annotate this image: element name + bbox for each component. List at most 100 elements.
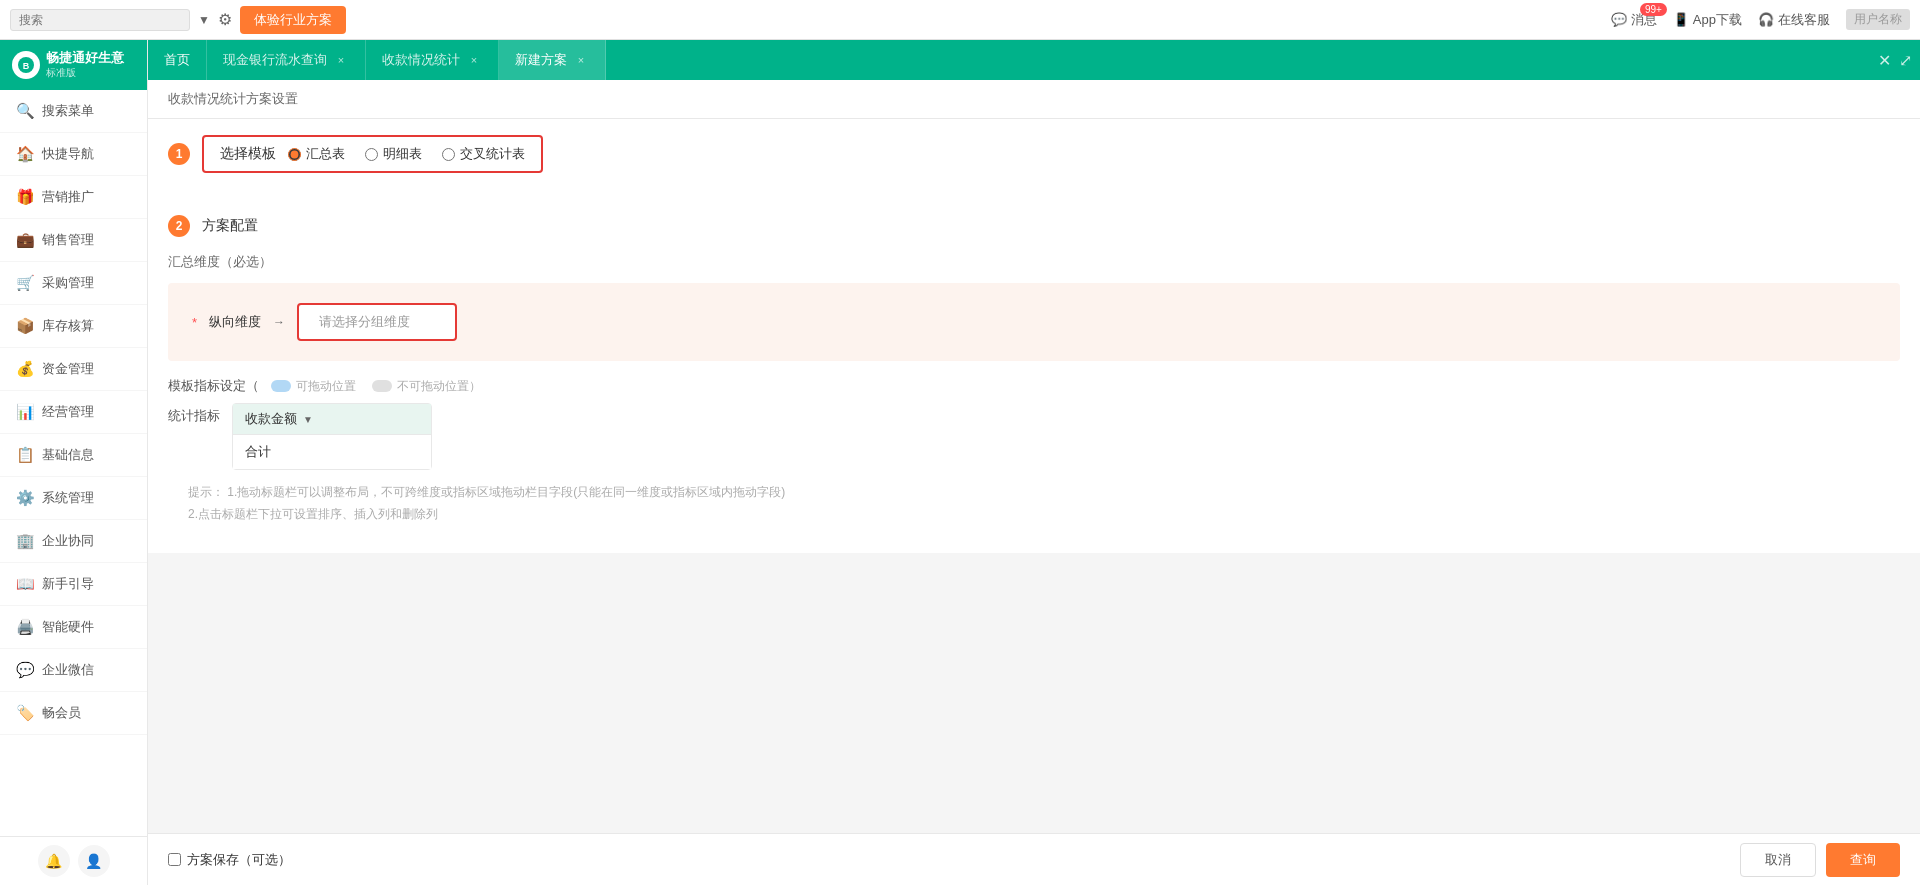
building-icon: 🏢 [16, 532, 34, 550]
page-header: 收款情况统计方案设置 [148, 80, 1920, 119]
sidebar-expand-button[interactable]: 🔔 [38, 845, 70, 877]
sidebar-item-purchase[interactable]: 🛒 采购管理 [0, 262, 147, 305]
sidebar-item-basic-info[interactable]: 📋 基础信息 [0, 434, 147, 477]
tab-home[interactable]: 首页 [148, 40, 207, 80]
sidebar-item-member[interactable]: 🏷️ 畅会员 [0, 692, 147, 735]
sidebar-item-enterprise[interactable]: 🏢 企业协同 [0, 520, 147, 563]
radio-summary[interactable]: 汇总表 [288, 145, 345, 163]
metrics-table-header: 收款金额 ▼ [233, 404, 431, 435]
sidebar-item-marketing[interactable]: 🎁 营销推广 [0, 176, 147, 219]
metrics-table-total-cell: 合计 [233, 435, 431, 469]
book-icon: 📖 [16, 575, 34, 593]
movable-indicator [271, 380, 291, 392]
tab-close-new-plan[interactable]: × [573, 52, 589, 68]
config-section: 2 方案配置 汇总维度（必选） * 纵向维度 → 请选择分组维度 模板指标设定（ [148, 205, 1920, 553]
chart-icon: 📊 [16, 403, 34, 421]
fixed-indicator [372, 380, 392, 392]
top-bar: ▼ ⚙ 体验行业方案 💬 消息 99+ 📱 App下载 🎧 在线客服 用户名称 [0, 0, 1920, 40]
arrow-icon: → [273, 315, 285, 329]
logo-icon: B [12, 51, 40, 79]
box-icon: 📦 [16, 317, 34, 335]
gear-icon: ⚙️ [16, 489, 34, 507]
metrics-table-container: 统计指标 收款金额 ▼ 合计 [168, 403, 1900, 470]
sidebar-item-search-menu[interactable]: 🔍 搜索菜单 [0, 90, 147, 133]
online-service-button[interactable]: 🎧 在线客服 [1758, 11, 1830, 29]
tab-close-bank-flow[interactable]: × [333, 52, 349, 68]
sidebar: B 畅捷通好生意 标准版 🔍 搜索菜单 🏠 快捷导航 🎁 营销推广 💼 销售管理… [0, 40, 148, 885]
column-header-text: 收款金额 [245, 410, 297, 428]
top-bar-right: 💬 消息 99+ 📱 App下载 🎧 在线客服 用户名称 [1611, 9, 1910, 30]
trial-industry-button[interactable]: 体验行业方案 [240, 6, 346, 34]
close-window-button[interactable]: ✕ [1878, 51, 1891, 70]
svg-text:B: B [23, 61, 30, 71]
required-star: * [192, 315, 197, 330]
breadcrumb: 收款情况统计方案设置 [168, 91, 298, 106]
user-avatar[interactable]: 用户名称 [1846, 9, 1910, 30]
cancel-button[interactable]: 取消 [1740, 843, 1816, 877]
bottom-bar: 方案保存（可选） 取消 查询 [148, 833, 1920, 885]
radio-detail[interactable]: 明细表 [365, 145, 422, 163]
sidebar-item-inventory[interactable]: 📦 库存核算 [0, 305, 147, 348]
sidebar-item-quick-nav[interactable]: 🏠 快捷导航 [0, 133, 147, 176]
metrics-title: 模板指标设定（ 可拖动位置 不可拖动位置） [168, 377, 1900, 395]
column-dropdown-icon[interactable]: ▼ [303, 414, 313, 425]
search-input[interactable] [10, 9, 190, 31]
tab-close-receipt-stats[interactable]: × [466, 52, 482, 68]
messages-badge: 99+ [1640, 3, 1667, 16]
save-checkbox[interactable] [168, 853, 181, 866]
section1-title: 选择模板 [220, 145, 276, 163]
dropdown-arrow-icon[interactable]: ▼ [198, 13, 210, 27]
service-icon: 🎧 [1758, 12, 1774, 27]
tab-bank-flow[interactable]: 现金银行流水查询 × [207, 40, 366, 80]
sidebar-item-guide[interactable]: 📖 新手引导 [0, 563, 147, 606]
page-content: 收款情况统计方案设置 1 选择模板 汇总表 [148, 80, 1920, 885]
sidebar-item-system[interactable]: ⚙️ 系统管理 [0, 477, 147, 520]
sidebar-item-sales[interactable]: 💼 销售管理 [0, 219, 147, 262]
dimension-select[interactable]: 请选择分组维度 [297, 303, 457, 341]
mobile-icon: 📱 [1673, 12, 1689, 27]
tab-receipt-stats[interactable]: 收款情况统计 × [366, 40, 499, 80]
save-option-checkbox[interactable]: 方案保存（可选） [168, 851, 291, 869]
sidebar-item-smart-hardware[interactable]: 🖨️ 智能硬件 [0, 606, 147, 649]
logo-sub: 标准版 [46, 66, 124, 80]
section2-title: 方案配置 [202, 217, 258, 235]
message-icon: 💬 [1611, 12, 1627, 27]
sidebar-item-wechat[interactable]: 💬 企业微信 [0, 649, 147, 692]
section2-number: 2 [168, 215, 190, 237]
briefcase-icon: 💼 [16, 231, 34, 249]
tab-new-plan[interactable]: 新建方案 × [499, 40, 606, 80]
section1-number: 1 [168, 143, 190, 165]
printer-icon: 🖨️ [16, 618, 34, 636]
radio-cross[interactable]: 交叉统计表 [442, 145, 525, 163]
stats-label-column: 统计指标 [168, 403, 220, 470]
tab-bar-actions: ✕ ⤢ [1870, 40, 1920, 80]
sidebar-settings-button[interactable]: 👤 [78, 845, 110, 877]
hint-fixed: 不可拖动位置） [372, 378, 481, 395]
sidebar-item-operations[interactable]: 📊 经营管理 [0, 391, 147, 434]
metrics-section: 模板指标设定（ 可拖动位置 不可拖动位置） [168, 377, 1900, 470]
gift-icon: 🎁 [16, 188, 34, 206]
home-icon: 🏠 [16, 145, 34, 163]
content-area: 首页 现金银行流水查询 × 收款情况统计 × 新建方案 × ✕ ⤢ [148, 40, 1920, 885]
sidebar-item-finance[interactable]: 💰 资金管理 [0, 348, 147, 391]
metrics-hint: 可拖动位置 不可拖动位置） [271, 378, 481, 395]
sidebar-bottom: 🔔 👤 [0, 836, 147, 885]
bottom-buttons: 取消 查询 [1740, 843, 1900, 877]
cart-icon: 🛒 [16, 274, 34, 292]
settings-icon[interactable]: ⚙ [218, 10, 232, 29]
list-icon: 📋 [16, 446, 34, 464]
metrics-table: 收款金额 ▼ 合计 [232, 403, 432, 470]
query-button[interactable]: 查询 [1826, 843, 1900, 877]
maximize-window-button[interactable]: ⤢ [1899, 51, 1912, 70]
template-select-container: 选择模板 汇总表 明细表 [202, 135, 543, 173]
search-menu-icon: 🔍 [16, 102, 34, 120]
chat-icon: 💬 [16, 661, 34, 679]
section1-row: 1 选择模板 汇总表 明细表 [168, 135, 1900, 173]
messages-button[interactable]: 💬 消息 99+ [1611, 11, 1657, 29]
app-download-button[interactable]: 📱 App下载 [1673, 11, 1742, 29]
sidebar-logo: B 畅捷通好生意 标准版 [0, 40, 147, 90]
logo-text: 畅捷通好生意 [46, 50, 124, 66]
vertical-dimension-label: 纵向维度 [209, 313, 261, 331]
tips-section: 提示： 1.拖动标题栏可以调整布局，不可跨维度或指标区域拖动栏目字段(只能在同一… [168, 470, 1900, 537]
template-section: 1 选择模板 汇总表 明细表 [148, 119, 1920, 205]
